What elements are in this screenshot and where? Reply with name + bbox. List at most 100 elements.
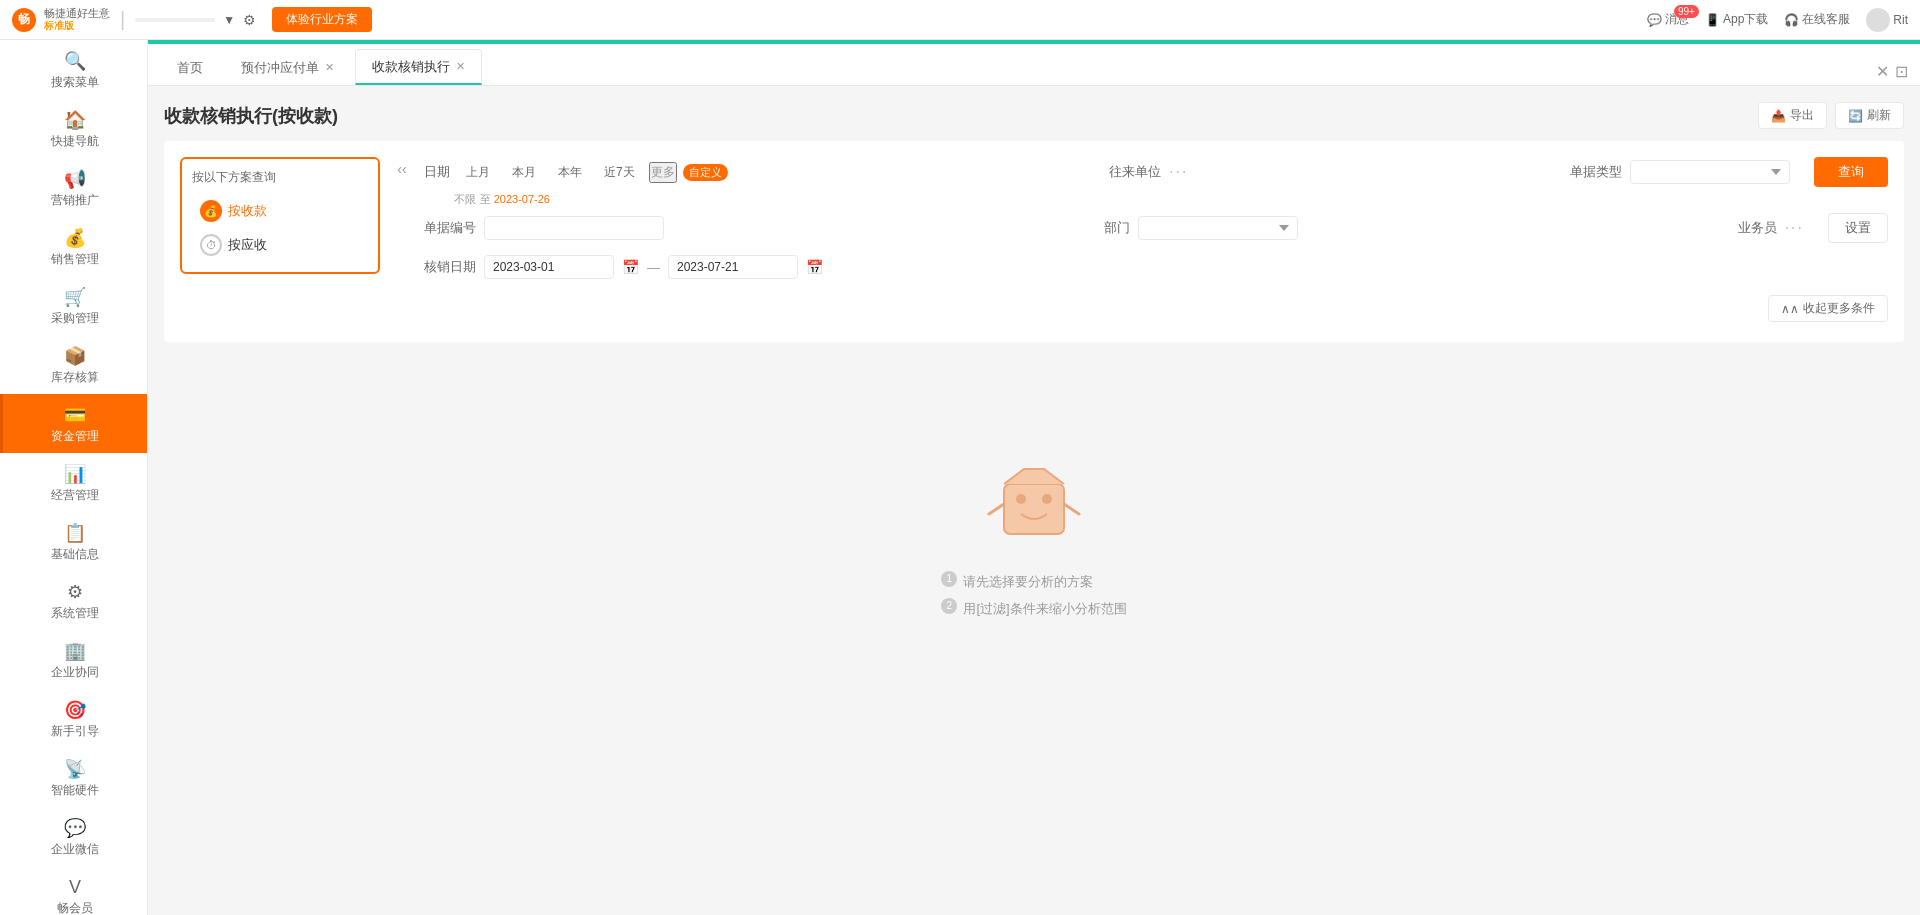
empty-num-1: 1 [941, 571, 957, 587]
sidebar-label-newbie: 新手引导 [51, 723, 99, 740]
content-area: 首页 预付冲应付单 ✕ 收款核销执行 ✕ ✕ ⊡ 收款核销执行(按收款) [148, 40, 1920, 915]
topbar-left: 畅 畅捷通好生意 标准版 | ▼ ⚙ 体验行业方案 [12, 7, 372, 32]
sidebar-item-inventory[interactable]: 📦 库存核算 [0, 335, 147, 394]
verify-date-start-input[interactable] [484, 255, 614, 279]
svg-point-1 [1016, 494, 1026, 504]
sidebar-item-wechat[interactable]: 💬 企业微信 [0, 807, 147, 866]
sidebar-item-smart-hw[interactable]: 📡 智能硬件 [0, 748, 147, 807]
counterpart-more-btn[interactable]: ··· [1169, 163, 1188, 181]
sidebar-item-sales[interactable]: 💰 销售管理 [0, 217, 147, 276]
dept-label: 部门 [1104, 219, 1130, 237]
filter-query-title: 按以下方案查询 [192, 169, 368, 186]
online-service-icon: 🎧 [1784, 13, 1799, 27]
smart-hw-icon: 📡 [64, 760, 86, 778]
setting-btn[interactable]: 设置 [1828, 213, 1888, 243]
sidebar-label-enterprise: 企业协同 [51, 664, 99, 681]
filter-counterpart-item: 往来单位 ··· [1109, 163, 1188, 181]
sidebar-item-enterprise[interactable]: 🏢 企业协同 [0, 630, 147, 689]
doc-no-label: 单据编号 [424, 219, 476, 237]
salesperson-more-btn[interactable]: ··· [1785, 219, 1804, 237]
sidebar-label-purchase: 采购管理 [51, 310, 99, 327]
business-icon: 📊 [64, 465, 86, 483]
sidebar-label-wechat: 企业微信 [51, 841, 99, 858]
sidebar-label-basic-info: 基础信息 [51, 546, 99, 563]
verify-date-end-cal-icon[interactable]: 📅 [806, 259, 823, 275]
message-btn[interactable]: 💬 消息 99+ [1647, 11, 1689, 28]
svg-rect-0 [1004, 484, 1064, 534]
by-receipt-icon: 💰 [200, 200, 222, 222]
svg-point-2 [1042, 494, 1052, 504]
app-brand: 畅捷通好生意 [44, 7, 110, 20]
empty-illustration [974, 434, 1094, 554]
filter-query-by-receivable[interactable]: ⏱ 按应收 [192, 228, 368, 262]
doc-type-label: 单据类型 [1570, 163, 1622, 181]
export-btn[interactable]: 📤 导出 [1758, 102, 1827, 129]
sidebar-item-finance[interactable]: 💳 资金管理 [0, 394, 147, 453]
online-service-btn[interactable]: 🎧 在线客服 [1784, 11, 1850, 28]
filter-dept-item: 部门 [1104, 216, 1298, 240]
app-download-btn[interactable]: 📱 App下载 [1705, 11, 1768, 28]
topbar-dropdown-btn[interactable]: ▼ [223, 13, 235, 27]
by-receivable-label: 按应收 [228, 236, 267, 254]
main-layout: 🔍 搜索菜单 🏠 快捷导航 📢 营销推广 💰 销售管理 🛒 采购管理 📦 库存核… [0, 40, 1920, 915]
sidebar-item-quick-nav[interactable]: 🏠 快捷导航 [0, 99, 147, 158]
empty-hint-2: 2 用[过滤]条件来缩小分析范围 [941, 597, 1126, 620]
tab-home[interactable]: 首页 [160, 49, 220, 85]
verify-date-end-input[interactable] [668, 255, 798, 279]
empty-hint-1-text: 请先选择要分析的方案 [963, 570, 1093, 593]
filter-row-2: 单据编号 部门 业务员 ··· [424, 213, 1888, 243]
refresh-btn[interactable]: 🔄 刷新 [1835, 102, 1904, 129]
wechat-icon: 💬 [64, 819, 86, 837]
tab-expand-btn[interactable]: ⊡ [1895, 62, 1908, 81]
query-btn[interactable]: 查询 [1814, 157, 1888, 187]
sidebar-item-search-menu[interactable]: 🔍 搜索菜单 [0, 40, 147, 99]
date-label: 日期 [424, 163, 450, 181]
tab-prepay-label: 预付冲应付单 [241, 59, 319, 77]
sidebar-item-marketing[interactable]: 📢 营销推广 [0, 158, 147, 217]
tab-receipt-close[interactable]: ✕ [456, 60, 465, 73]
date-last-7-days-btn[interactable]: 近7天 [596, 162, 643, 183]
empty-state: 1 请先选择要分析的方案 2 用[过滤]条件来缩小分析范围 [164, 354, 1904, 701]
filter-query-scheme: 按以下方案查询 💰 按收款 ⏱ 按应收 [180, 157, 380, 326]
topbar-divider: | [120, 8, 125, 31]
member-icon: V [69, 878, 81, 896]
date-custom-tag[interactable]: 自定义 [683, 164, 728, 181]
date-this-year-btn[interactable]: 本年 [550, 162, 590, 183]
sidebar-item-business[interactable]: 📊 经营管理 [0, 453, 147, 512]
filter-query-by-receipt[interactable]: 💰 按收款 [192, 194, 368, 228]
app-edition: 标准版 [44, 20, 110, 32]
finance-icon: 💳 [64, 406, 86, 424]
doc-type-select[interactable] [1630, 160, 1790, 184]
collapse-more-row: ∧∧ 收起更多条件 [424, 291, 1888, 326]
dept-select[interactable] [1138, 216, 1298, 240]
date-this-month-btn[interactable]: 本月 [504, 162, 544, 183]
tab-receipt[interactable]: 收款核销执行 ✕ [355, 49, 482, 85]
doc-no-input[interactable] [484, 216, 664, 240]
query-btn-area: 查询 [1814, 157, 1888, 187]
sidebar-label-smart-hw: 智能硬件 [51, 782, 99, 799]
topbar-gear-btn[interactable]: ⚙ [243, 12, 256, 28]
collapse-more-btn[interactable]: ∧∧ 收起更多条件 [1768, 295, 1888, 322]
search-icon: 🔍 [64, 52, 86, 70]
online-service-label: 在线客服 [1802, 11, 1850, 28]
salesperson-label: 业务员 [1738, 219, 1777, 237]
sidebar-item-purchase[interactable]: 🛒 采购管理 [0, 276, 147, 335]
tab-close-all-btn[interactable]: ✕ [1876, 62, 1889, 81]
user-avatar-area[interactable]: Rit [1866, 8, 1908, 32]
filter-collapse-btn[interactable]: ‹‹ [392, 157, 412, 326]
sidebar-item-newbie[interactable]: 🎯 新手引导 [0, 689, 147, 748]
sidebar-label-search-menu: 搜索菜单 [51, 74, 99, 91]
app-logo: 畅 [12, 8, 36, 32]
date-more-btn[interactable]: 更多 [649, 162, 677, 183]
industry-solution-btn[interactable]: 体验行业方案 [272, 7, 372, 32]
export-label: 导出 [1790, 107, 1814, 124]
sidebar-item-system[interactable]: ⚙ 系统管理 [0, 571, 147, 630]
date-last-month-btn[interactable]: 上月 [458, 162, 498, 183]
tab-prepay-close[interactable]: ✕ [325, 61, 334, 74]
sidebar-item-basic-info[interactable]: 📋 基础信息 [0, 512, 147, 571]
topbar-right: 💬 消息 99+ 📱 App下载 🎧 在线客服 Rit [1647, 8, 1908, 32]
tab-prepay[interactable]: 预付冲应付单 ✕ [224, 49, 351, 85]
verify-date-start-cal-icon[interactable]: 📅 [622, 259, 639, 275]
tabbar-actions: ✕ ⊡ [1876, 62, 1908, 85]
sidebar-item-member[interactable]: V 畅会员 [0, 866, 147, 915]
